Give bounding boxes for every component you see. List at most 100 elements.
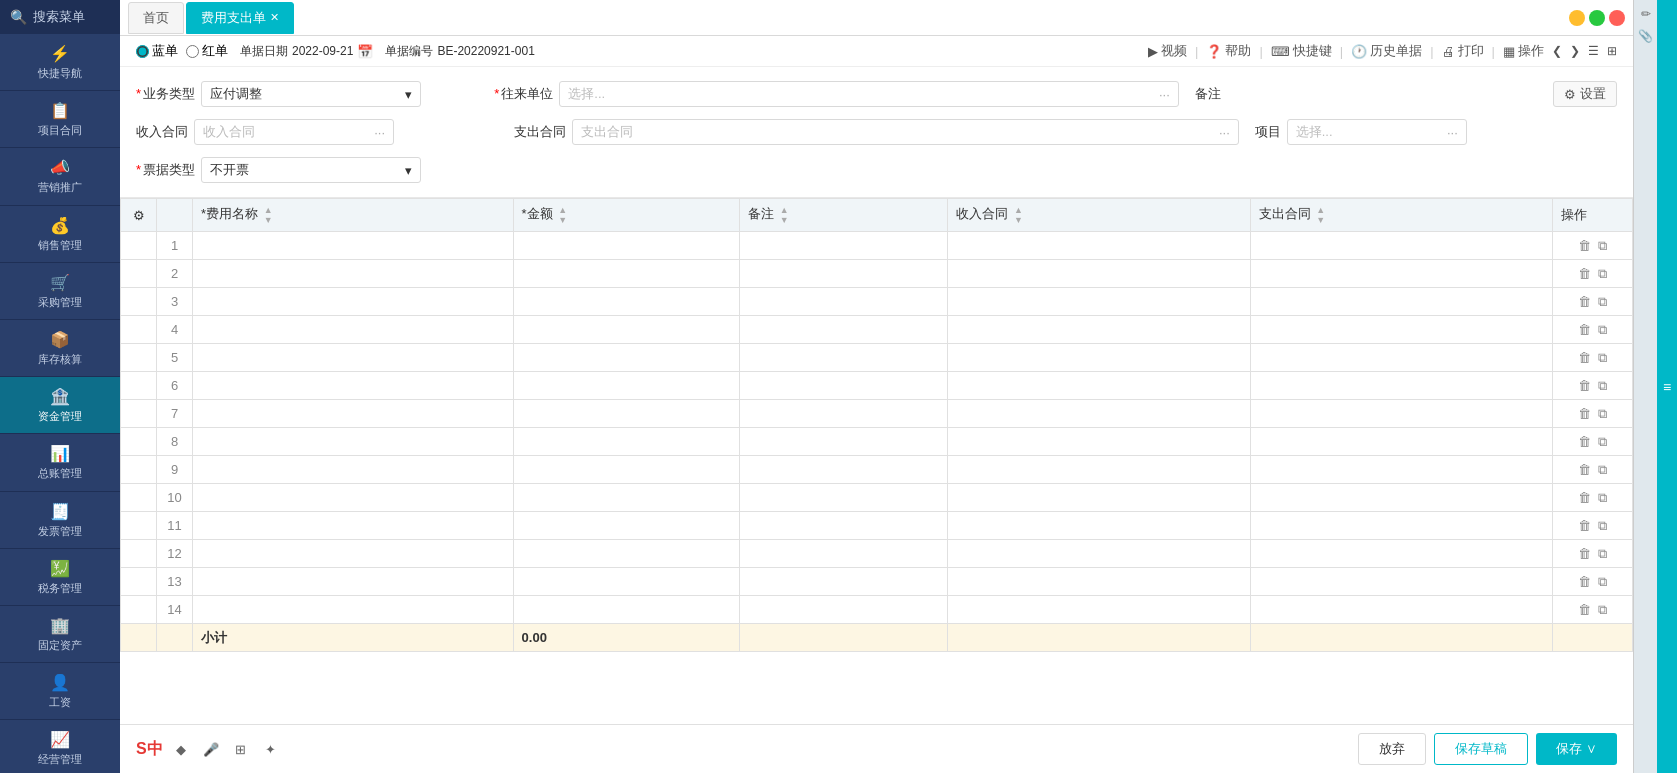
col-gear[interactable]: ⚙: [121, 199, 157, 232]
row-note-13[interactable]: [740, 568, 948, 596]
action-btn[interactable]: ▦ 操作: [1503, 42, 1544, 60]
sidebar-item-marketing[interactable]: 📣营销推广: [0, 148, 120, 205]
business-type-select[interactable]: 应付调整 ▾: [201, 81, 421, 107]
invoice-type-select[interactable]: 不开票 ▾: [201, 157, 421, 183]
delete-icon-2[interactable]: 🗑: [1578, 266, 1591, 281]
sidebar-item-fixed-assets[interactable]: 🏢固定资产: [0, 606, 120, 663]
row-income-contract-7[interactable]: [948, 400, 1250, 428]
row-expense-name-3[interactable]: [193, 288, 514, 316]
row-expense-name-1[interactable]: [193, 232, 514, 260]
row-note-3[interactable]: [740, 288, 948, 316]
row-amount-13[interactable]: [513, 568, 740, 596]
row-expense-contract-14[interactable]: [1250, 596, 1552, 624]
copy-icon-11[interactable]: ⧉: [1598, 518, 1607, 533]
row-expense-contract-6[interactable]: [1250, 372, 1552, 400]
copy-icon-10[interactable]: ⧉: [1598, 490, 1607, 505]
row-amount-6[interactable]: [513, 372, 740, 400]
row-income-contract-11[interactable]: [948, 512, 1250, 540]
delete-icon-9[interactable]: 🗑: [1578, 462, 1591, 477]
row-income-contract-1[interactable]: [948, 232, 1250, 260]
row-expense-name-2[interactable]: [193, 260, 514, 288]
row-expense-name-14[interactable]: [193, 596, 514, 624]
radio-blue-label[interactable]: 蓝单: [136, 42, 178, 60]
radio-red[interactable]: [186, 45, 199, 58]
delete-icon-4[interactable]: 🗑: [1578, 322, 1591, 337]
footer-icon-1[interactable]: ◆: [169, 737, 193, 761]
row-income-contract-3[interactable]: [948, 288, 1250, 316]
view-grid-btn[interactable]: ⊞: [1607, 44, 1617, 58]
row-note-2[interactable]: [740, 260, 948, 288]
row-expense-name-9[interactable]: [193, 456, 514, 484]
row-expense-contract-13[interactable]: [1250, 568, 1552, 596]
copy-icon-9[interactable]: ⧉: [1598, 462, 1607, 477]
copy-icon-6[interactable]: ⧉: [1598, 378, 1607, 393]
nav-prev-btn[interactable]: ❮: [1552, 44, 1562, 58]
delete-icon-1[interactable]: 🗑: [1578, 238, 1591, 253]
tab-expense-bill[interactable]: 费用支出单 ✕: [186, 2, 294, 34]
sort-icon-amount[interactable]: ▲▼: [558, 205, 567, 225]
video-btn[interactable]: ▶ 视频: [1148, 42, 1187, 60]
view-list-btn[interactable]: ☰: [1588, 44, 1599, 58]
row-expense-name-8[interactable]: [193, 428, 514, 456]
row-expense-contract-8[interactable]: [1250, 428, 1552, 456]
print-btn[interactable]: 🖨 打印: [1442, 42, 1484, 60]
delete-icon-3[interactable]: 🗑: [1578, 294, 1591, 309]
delete-icon-8[interactable]: 🗑: [1578, 434, 1591, 449]
expense-contract-input[interactable]: 支出合同 ···: [572, 119, 1239, 145]
row-expense-contract-4[interactable]: [1250, 316, 1552, 344]
row-income-contract-9[interactable]: [948, 456, 1250, 484]
copy-icon-14[interactable]: ⧉: [1598, 602, 1607, 617]
delete-icon-6[interactable]: 🗑: [1578, 378, 1591, 393]
sort-icon-note[interactable]: ▲▼: [780, 205, 789, 225]
project-dots[interactable]: ···: [1447, 125, 1458, 140]
tab-close-icon[interactable]: ✕: [270, 11, 279, 24]
row-expense-name-10[interactable]: [193, 484, 514, 512]
footer-icon-2[interactable]: 🎤: [199, 737, 223, 761]
row-expense-name-12[interactable]: [193, 540, 514, 568]
row-note-9[interactable]: [740, 456, 948, 484]
row-amount-14[interactable]: [513, 596, 740, 624]
row-expense-contract-2[interactable]: [1250, 260, 1552, 288]
sidebar-item-invoice[interactable]: 🧾发票管理: [0, 492, 120, 549]
row-note-4[interactable]: [740, 316, 948, 344]
settings-button[interactable]: ⚙ 设置: [1553, 81, 1617, 107]
maximize-button[interactable]: [1589, 10, 1605, 26]
copy-icon-13[interactable]: ⧉: [1598, 574, 1607, 589]
help-btn[interactable]: ❓ 帮助: [1206, 42, 1251, 60]
row-amount-9[interactable]: [513, 456, 740, 484]
delete-icon-12[interactable]: 🗑: [1578, 546, 1591, 561]
copy-icon-4[interactable]: ⧉: [1598, 322, 1607, 337]
expense-contract-dots[interactable]: ···: [1219, 125, 1230, 140]
row-expense-contract-9[interactable]: [1250, 456, 1552, 484]
sidebar-item-project-contract[interactable]: 📋项目合同: [0, 91, 120, 148]
sidebar-item-quick-nav[interactable]: ⚡快捷导航: [0, 34, 120, 91]
project-input[interactable]: 选择... ···: [1287, 119, 1467, 145]
sort-icon-expense[interactable]: ▲▼: [264, 205, 273, 225]
row-expense-contract-12[interactable]: [1250, 540, 1552, 568]
copy-icon-12[interactable]: ⧉: [1598, 546, 1607, 561]
row-note-12[interactable]: [740, 540, 948, 568]
history-btn[interactable]: 🕐 历史单据: [1351, 42, 1422, 60]
delete-icon-11[interactable]: 🗑: [1578, 518, 1591, 533]
row-expense-name-11[interactable]: [193, 512, 514, 540]
row-note-10[interactable]: [740, 484, 948, 512]
sidebar-item-inventory[interactable]: 📦库存核算: [0, 320, 120, 377]
sidebar-item-purchase-mgmt[interactable]: 🛒采购管理: [0, 263, 120, 320]
close-button[interactable]: [1609, 10, 1625, 26]
row-amount-8[interactable]: [513, 428, 740, 456]
row-expense-name-6[interactable]: [193, 372, 514, 400]
row-expense-name-4[interactable]: [193, 316, 514, 344]
row-amount-1[interactable]: [513, 232, 740, 260]
row-expense-contract-5[interactable]: [1250, 344, 1552, 372]
row-expense-contract-3[interactable]: [1250, 288, 1552, 316]
discard-button[interactable]: 放弃: [1358, 733, 1426, 765]
right-panel-icon-2[interactable]: 📎: [1636, 26, 1656, 46]
save-draft-button[interactable]: 保存草稿: [1434, 733, 1528, 765]
row-amount-3[interactable]: [513, 288, 740, 316]
sidebar-item-accounting[interactable]: 📊总账管理: [0, 434, 120, 491]
delete-icon-7[interactable]: 🗑: [1578, 406, 1591, 421]
row-note-8[interactable]: [740, 428, 948, 456]
row-income-contract-8[interactable]: [948, 428, 1250, 456]
row-note-5[interactable]: [740, 344, 948, 372]
doc-num-value[interactable]: BE-20220921-001: [437, 44, 534, 58]
